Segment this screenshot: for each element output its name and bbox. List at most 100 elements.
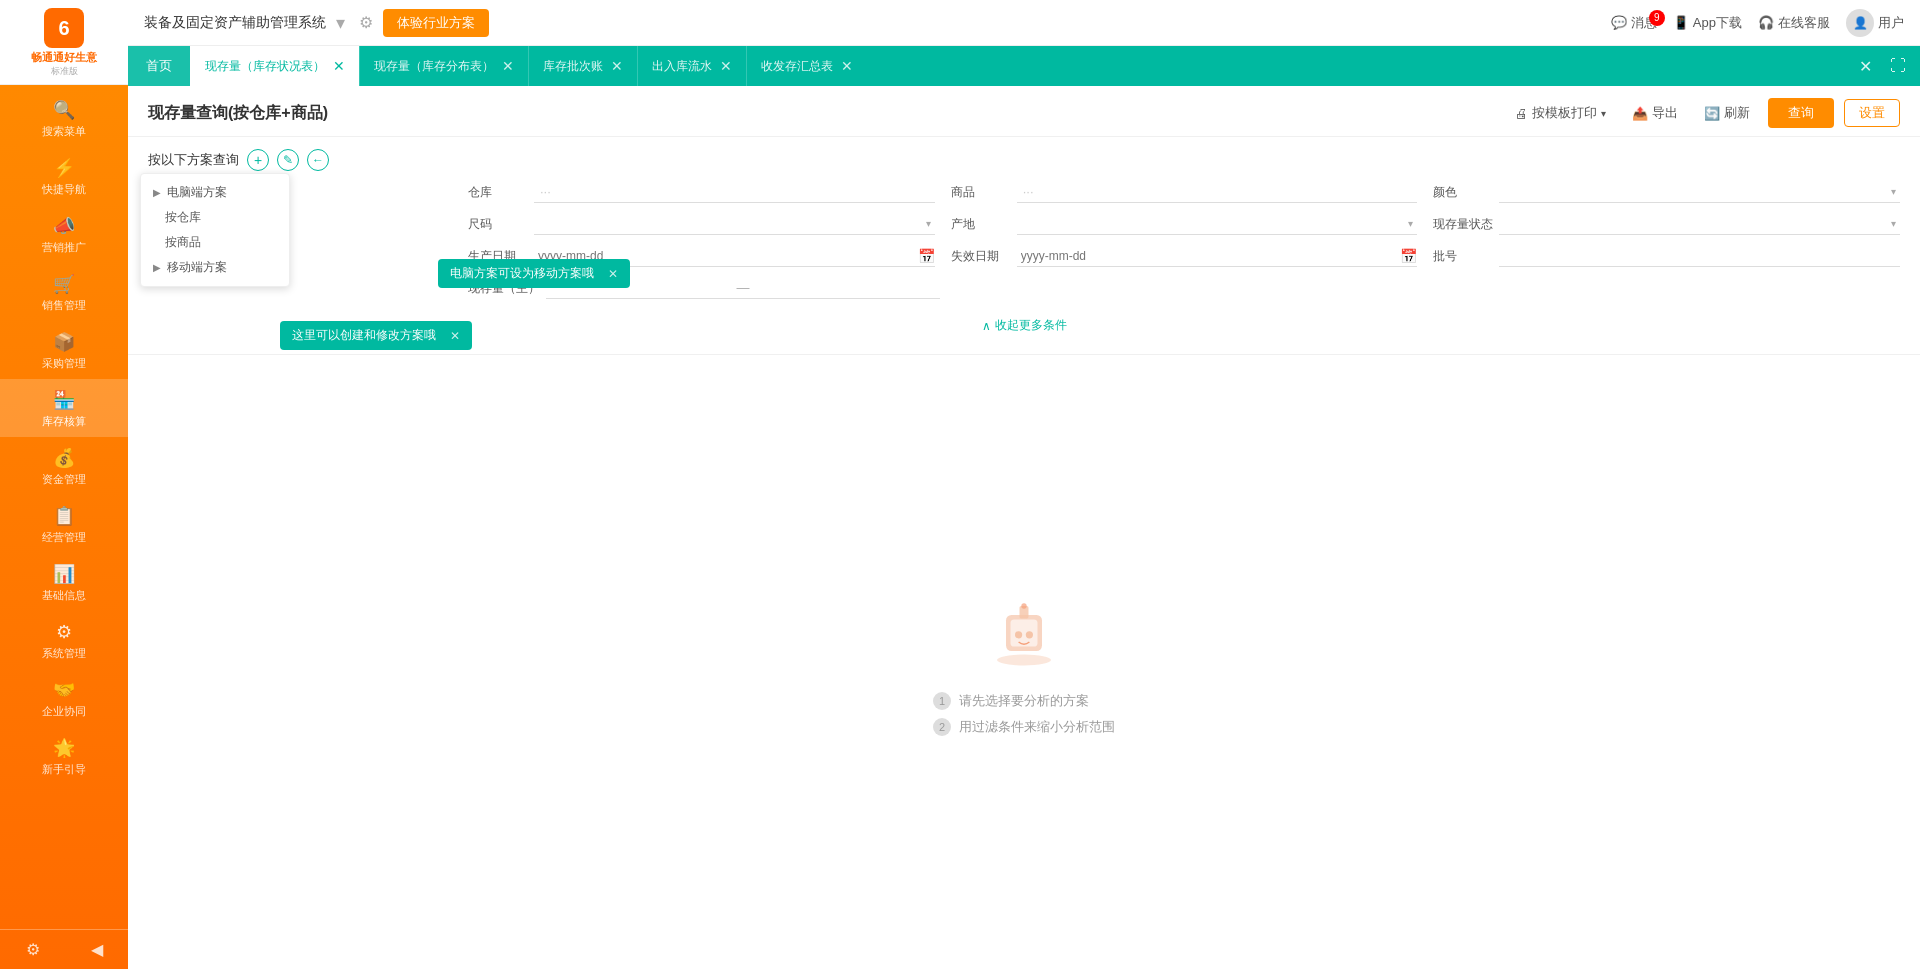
mobile-scheme-label: 移动端方案 <box>167 259 227 276</box>
filter-header: 按以下方案查询 + ✎ ← <box>148 149 1900 171</box>
desktop-scheme-item[interactable]: ▶ 电脑端方案 <box>141 180 289 205</box>
user-label: 用户 <box>1878 14 1904 32</box>
sub-scheme-warehouse[interactable]: 按仓库 <box>165 205 289 230</box>
svg-rect-2 <box>1011 620 1038 647</box>
mobile-expand-icon: ▶ <box>153 262 161 273</box>
avatar: 👤 <box>1846 9 1874 37</box>
tooltip1-close[interactable]: ✕ <box>608 267 618 281</box>
sidebar-item-quick[interactable]: ⚡ 快捷导航 <box>0 147 128 205</box>
sidebar-item-purchase[interactable]: 📦 采购管理 <box>0 321 128 379</box>
print-icon: 🖨 <box>1515 106 1528 121</box>
tab-fullscreen-btn[interactable]: ⛶ <box>1884 55 1912 77</box>
tab-inventory-dist[interactable]: 现存量（库存分布表） ✕ <box>359 46 528 86</box>
sidebar-nav: 🔍 搜索菜单 ⚡ 快捷导航 📣 营销推广 🛒 销售管理 📦 采购管理 🏪 库存核… <box>0 85 128 929</box>
svg-point-6 <box>1021 603 1026 608</box>
settings-bottom-btn[interactable]: ⚙ <box>26 940 40 959</box>
support-item[interactable]: 🎧 在线客服 <box>1758 14 1830 32</box>
tab-home-label: 首页 <box>146 57 172 75</box>
sub-scheme-product[interactable]: 按商品 <box>165 230 289 255</box>
expire-date-label: 失效日期 <box>951 248 1011 265</box>
tab-inventory-status-close[interactable]: ✕ <box>333 58 345 74</box>
query-button[interactable]: 查询 <box>1768 98 1834 128</box>
collapse-sidebar-btn[interactable]: ◀ <box>91 940 103 959</box>
export-btn[interactable]: 📤 导出 <box>1624 100 1686 126</box>
sidebar-item-basic[interactable]: 📊 基础信息 <box>0 553 128 611</box>
size-select-wrap: ▾ <box>534 213 935 235</box>
size-select[interactable] <box>534 213 935 234</box>
app-download-item[interactable]: 📱 App下载 <box>1673 14 1742 32</box>
logo-icon: 6 <box>44 8 84 48</box>
tab-batch-account-label: 库存批次账 <box>543 58 603 75</box>
tab-receive-send[interactable]: 收发存汇总表 ✕ <box>746 46 867 86</box>
empty-step-1: 1 请先选择要分析的方案 <box>933 692 1115 710</box>
sidebar-label-guide: 新手引导 <box>42 762 86 777</box>
finance-icon: 💰 <box>53 447 75 469</box>
field-batch: 批号 <box>1433 245 1900 267</box>
expire-date-input[interactable] <box>1017 246 1401 266</box>
sidebar-item-finance[interactable]: 💰 资金管理 <box>0 437 128 495</box>
desktop-expand-icon: ▶ <box>153 187 161 198</box>
industry-plan-button[interactable]: 体验行业方案 <box>383 9 489 37</box>
sidebar-item-guide[interactable]: 🌟 新手引导 <box>0 727 128 785</box>
setting-button[interactable]: 设置 <box>1844 99 1900 127</box>
system-name: 装备及固定资产辅助管理系统 <box>144 14 326 32</box>
support-label: 在线客服 <box>1778 14 1830 32</box>
guide-icon: 🌟 <box>53 737 75 759</box>
origin-select[interactable] <box>1017 213 1418 234</box>
sidebar-item-marketing[interactable]: 📣 营销推广 <box>0 205 128 263</box>
desktop-sub-items: 按仓库 按商品 <box>141 205 289 255</box>
purchase-icon: 📦 <box>53 331 75 353</box>
refresh-btn[interactable]: 🔄 刷新 <box>1696 100 1758 126</box>
app-label: App下载 <box>1693 14 1742 32</box>
sidebar-item-system[interactable]: ⚙ 系统管理 <box>0 611 128 669</box>
edit-scheme-btn[interactable]: ✎ <box>277 149 299 171</box>
system-dropdown-icon[interactable]: ▾ <box>336 12 345 34</box>
tab-batch-account[interactable]: 库存批次账 ✕ <box>528 46 637 86</box>
sidebar-label-search: 搜索菜单 <box>42 124 86 139</box>
sidebar-label-purchase: 采购管理 <box>42 356 86 371</box>
filter-row-3: 生产日期 📅 失效日期 📅 批号 <box>468 245 1900 267</box>
settings-icon[interactable]: ⚙ <box>359 13 373 32</box>
sidebar-bottom: ⚙ ◀ <box>0 929 128 969</box>
tab-inventory-status[interactable]: 现存量（库存状况表） ✕ <box>190 46 359 86</box>
system-icon: ⚙ <box>56 621 72 643</box>
sidebar-label-inventory: 库存核算 <box>42 414 86 429</box>
tab-home[interactable]: 首页 <box>128 46 190 86</box>
empty-steps: 1 请先选择要分析的方案 2 用过滤条件来缩小分析范围 <box>933 692 1115 736</box>
empty-illustration <box>979 588 1069 678</box>
produce-date-icon[interactable]: 📅 <box>918 248 935 264</box>
sidebar: 6 畅通通好生意 标准版 🔍 搜索菜单 ⚡ 快捷导航 📣 营销推广 🛒 销售管理… <box>0 0 128 969</box>
message-badge: 9 <box>1649 10 1665 26</box>
svg-point-4 <box>1026 631 1033 638</box>
sidebar-item-enterprise[interactable]: 🤝 企业协同 <box>0 669 128 727</box>
message-item[interactable]: 💬 9 消息 <box>1611 14 1657 32</box>
add-scheme-btn[interactable]: + <box>247 149 269 171</box>
tab-in-out-flow[interactable]: 出入库流水 ✕ <box>637 46 746 86</box>
tab-batch-close[interactable]: ✕ <box>611 58 623 74</box>
tooltip2-close[interactable]: ✕ <box>450 329 460 343</box>
size-label: 尺码 <box>468 216 528 233</box>
stock-status-select[interactable] <box>1499 213 1900 234</box>
tab-close-all-btn[interactable]: ✕ <box>1853 55 1878 78</box>
expire-date-icon[interactable]: 📅 <box>1400 248 1417 264</box>
user-item[interactable]: 👤 用户 <box>1846 9 1904 37</box>
main-area: 装备及固定资产辅助管理系统 ▾ ⚙ 体验行业方案 💬 9 消息 📱 App下载 … <box>128 0 1920 969</box>
sidebar-item-search[interactable]: 🔍 搜索菜单 <box>0 89 128 147</box>
mobile-scheme-item[interactable]: ▶ 移动端方案 <box>141 255 289 280</box>
sidebar-item-sales[interactable]: 🛒 销售管理 <box>0 263 128 321</box>
batch-input[interactable] <box>1499 245 1900 267</box>
tab-in-out-label: 出入库流水 <box>652 58 712 75</box>
back-scheme-btn[interactable]: ← <box>307 149 329 171</box>
filter-section: 按以下方案查询 + ✎ ← ▶ 电脑端方案 按仓库 按商品 <box>128 137 1920 355</box>
tab-inventory-dist-close[interactable]: ✕ <box>502 58 514 74</box>
sidebar-item-inventory[interactable]: 🏪 库存核算 <box>0 379 128 437</box>
stock-qty-input-max[interactable] <box>756 280 935 295</box>
color-select[interactable] <box>1499 181 1900 202</box>
product-label: 商品 <box>951 184 1011 201</box>
sub-scheme-product-label: 按商品 <box>165 234 201 251</box>
sidebar-item-operations[interactable]: 📋 经营管理 <box>0 495 128 553</box>
tab-in-out-close[interactable]: ✕ <box>720 58 732 74</box>
tab-receive-send-close[interactable]: ✕ <box>841 58 853 74</box>
sidebar-label-finance: 资金管理 <box>42 472 86 487</box>
print-btn[interactable]: 🖨 按模板打印 ▾ <box>1507 100 1614 126</box>
